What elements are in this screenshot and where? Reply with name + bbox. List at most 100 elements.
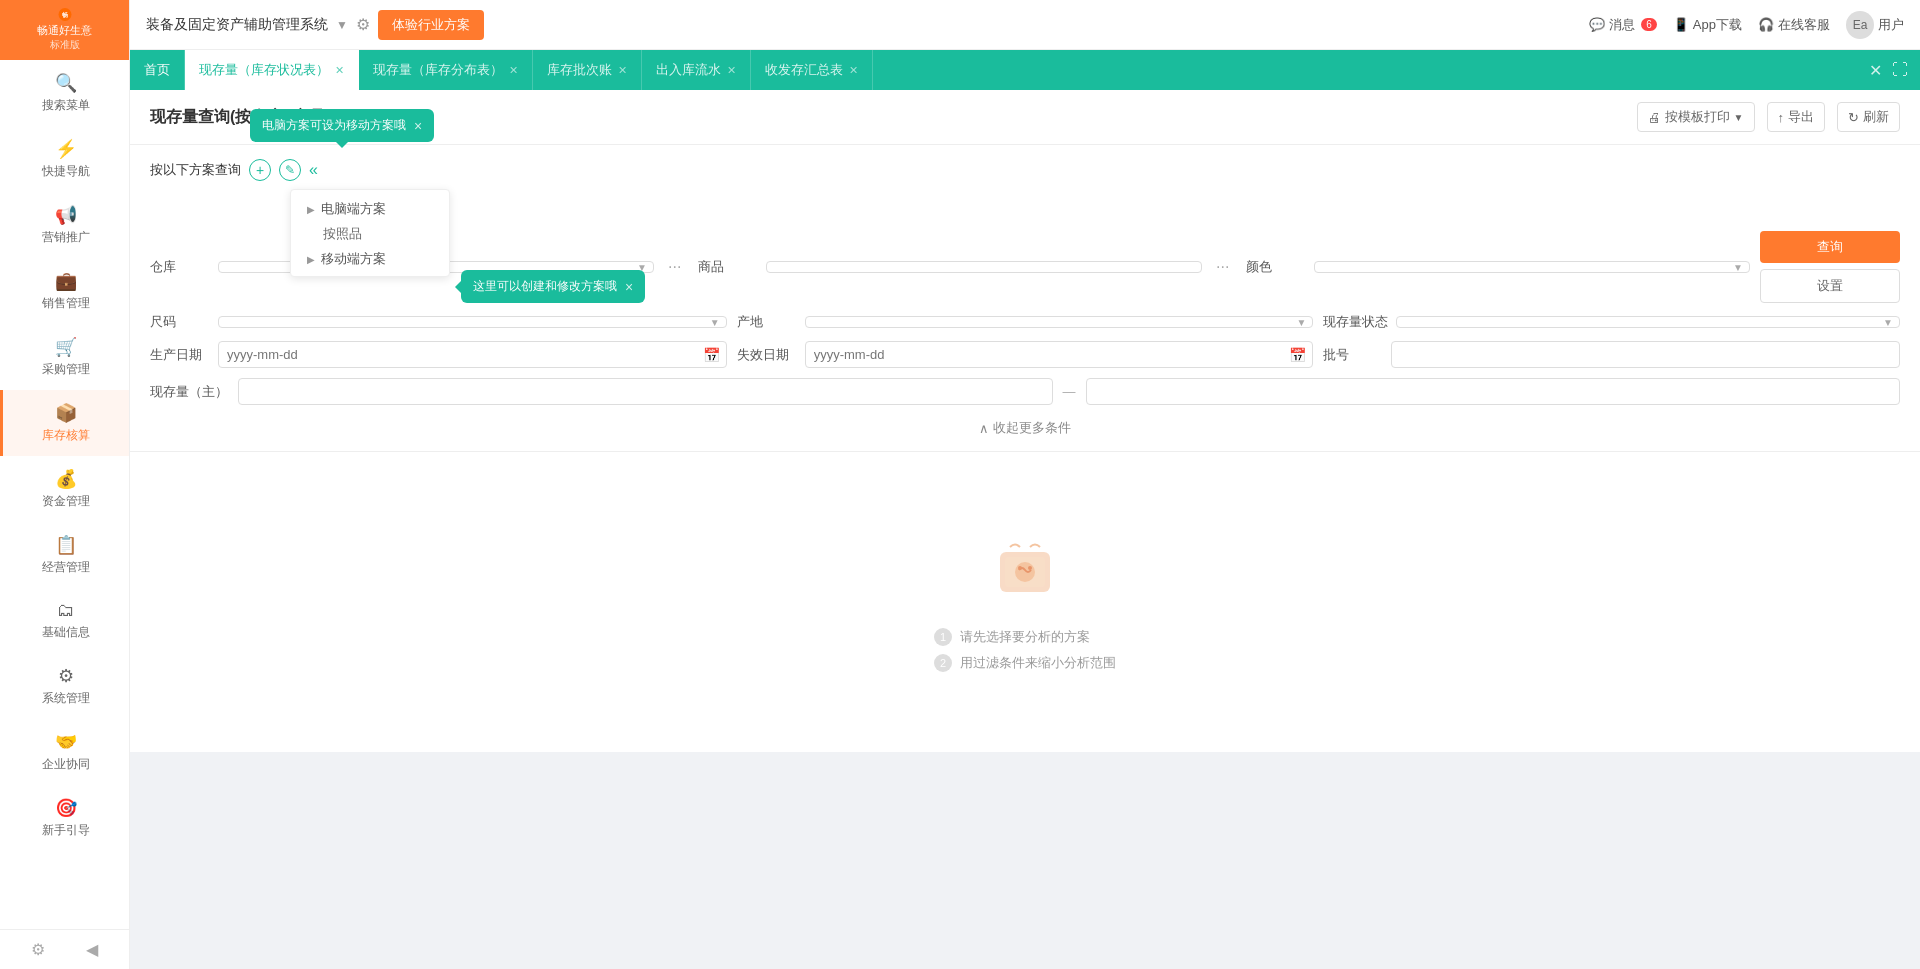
export-button[interactable]: ↑ 导出 <box>1767 102 1826 132</box>
origin-dropdown-icon: ▼ <box>1296 317 1306 328</box>
filter-goods-field: 商品 <box>698 258 1202 276</box>
logo-icon: 畅 <box>47 8 83 21</box>
system-dropdown-btn[interactable]: ▼ <box>336 18 348 32</box>
size-dropdown-icon: ▼ <box>710 317 720 328</box>
filter-arrow-button[interactable]: « <box>309 161 318 179</box>
goods-select[interactable] <box>766 261 1202 273</box>
stock-status-select[interactable]: ▼ <box>1396 316 1900 328</box>
sidebar-menu-item-basic[interactable]: 🗂 基础信息 <box>0 588 129 653</box>
sidebar-menu-item-sales[interactable]: 💼 销售管理 <box>0 258 129 324</box>
scheme-tree-mobile[interactable]: ▶ 移动端方案 <box>291 246 449 272</box>
step2-num: 2 <box>934 654 952 672</box>
refresh-button[interactable]: ↻ 刷新 <box>1837 102 1900 132</box>
online-support-item[interactable]: 🎧 在线客服 <box>1758 16 1830 34</box>
stock-main-from-input[interactable] <box>238 378 1053 405</box>
sidebar-logo: 畅 畅通好生意 标准版 <box>0 0 129 60</box>
tooltip2-close-btn[interactable]: × <box>625 279 633 295</box>
tab-close-receive-summary[interactable]: ✕ <box>849 64 858 77</box>
filter-color-field: 颜色 ▼ <box>1246 258 1750 276</box>
user-item[interactable]: Ea 用户 <box>1846 11 1904 39</box>
top-header: 装备及固定资产辅助管理系统 ▼ ⚙ 体验行业方案 💬 消息 6 📱 App下载 … <box>130 0 1920 50</box>
stock-main-to-input[interactable] <box>1086 378 1901 405</box>
filter-produce-date-field: 生产日期 📅 <box>150 341 727 368</box>
tab-close-in-out-flow[interactable]: ✕ <box>727 64 736 77</box>
sidebar-menu-item-search[interactable]: 🔍 搜索菜单 <box>0 60 129 126</box>
tab-in-out-flow[interactable]: 出入库流水 ✕ <box>642 50 751 90</box>
enterprise-icon: 🤝 <box>55 731 77 753</box>
filter-edit-button[interactable]: ✎ <box>279 159 301 181</box>
calendar-icon-2: 📅 <box>1289 347 1306 363</box>
sidebar-menu-item-purchase[interactable]: 🛒 采购管理 <box>0 324 129 390</box>
tab-close-inventory-status[interactable]: ✕ <box>335 64 344 77</box>
stock-status-dropdown-icon: ▼ <box>1883 317 1893 328</box>
filter-row-2: 尺码 ▼ 产地 ▼ 现存量状态 <box>150 313 1900 331</box>
sidebar-bottom: ⚙ ◀ <box>0 929 129 969</box>
tab-close-batch-ledger[interactable]: ✕ <box>618 64 627 77</box>
sidebar-menu-item-system[interactable]: ⚙ 系统管理 <box>0 653 129 719</box>
scheme-label-mobile: 移动端方案 <box>321 250 386 268</box>
tooltip-bubble-1: 电脑方案可设为移动方案哦 × <box>250 109 434 142</box>
chevron-down-icon: ▼ <box>1734 112 1744 123</box>
tab-close-inventory-distribution[interactable]: ✕ <box>509 64 518 77</box>
query-button[interactable]: 查询 <box>1760 231 1900 263</box>
scheme-tree: ▶ 电脑端方案 按照品 ▶ 移动端方案 <box>291 192 449 276</box>
expire-date-input[interactable]: 📅 <box>805 341 1314 368</box>
logo-sub: 标准版 <box>50 38 80 52</box>
basic-icon: 🗂 <box>57 600 75 621</box>
refresh-icon: ↻ <box>1848 110 1859 125</box>
warehouse-more-btn[interactable]: ··· <box>664 258 688 276</box>
filter-add-button[interactable]: + <box>249 159 271 181</box>
filter-area: 按以下方案查询 + ✎ « 电脑方案可设为移动方案哦 × ▶ 电脑端方案 <box>130 145 1920 452</box>
sidebar-menu-item-nav[interactable]: ⚡ 快捷导航 <box>0 126 129 192</box>
tab-close-all-btn[interactable]: ✕ <box>1865 57 1886 84</box>
header-settings-btn[interactable]: ⚙ <box>356 15 370 34</box>
color-select[interactable]: ▼ <box>1314 261 1750 273</box>
produce-date-input[interactable]: 📅 <box>218 341 727 368</box>
goods-more-btn[interactable]: ··· <box>1212 258 1236 276</box>
template-print-button[interactable]: 🖨 按模板打印 ▼ <box>1637 102 1755 132</box>
filter-batch-field: 批号 <box>1323 341 1900 368</box>
trial-button[interactable]: 体验行业方案 <box>378 10 484 40</box>
batch-label: 批号 <box>1323 346 1383 364</box>
system-name: 装备及固定资产辅助管理系统 <box>146 16 328 34</box>
tab-batch-ledger[interactable]: 库存批次账 ✕ <box>533 50 642 90</box>
operations-icon: 📋 <box>55 534 77 556</box>
sidebar-menu-item-finance[interactable]: 💰 资金管理 <box>0 456 129 522</box>
filter-actions-row: ∧ 收起更多条件 <box>150 419 1900 437</box>
expire-date-field[interactable] <box>814 347 1305 362</box>
collapse-bottom-btn[interactable]: ◀ <box>86 940 98 959</box>
inventory-icon: 📦 <box>55 402 77 424</box>
notification-item[interactable]: 💬 消息 6 <box>1589 16 1657 34</box>
main-area: 装备及固定资产辅助管理系统 ▼ ⚙ 体验行业方案 💬 消息 6 📱 App下载 … <box>130 0 1920 969</box>
origin-select[interactable]: ▼ <box>805 316 1314 328</box>
collapse-button[interactable]: ∧ 收起更多条件 <box>979 419 1071 437</box>
tab-receive-summary[interactable]: 收发存汇总表 ✕ <box>751 50 873 90</box>
sidebar-menu-item-marketing[interactable]: 📢 营销推广 <box>0 192 129 258</box>
warehouse-label: 仓库 <box>150 258 210 276</box>
tab-fullscreen-btn[interactable]: ⛶ <box>1888 57 1912 83</box>
scheme-tree-desktop[interactable]: ▶ 电脑端方案 <box>291 196 449 222</box>
empty-step-2: 2 用过滤条件来缩小分析范围 <box>934 654 1116 672</box>
app-download-item[interactable]: 📱 App下载 <box>1673 16 1742 34</box>
empty-step-1: 1 请先选择要分析的方案 <box>934 628 1116 646</box>
tooltip1-close-btn[interactable]: × <box>414 118 422 134</box>
color-dropdown-icon: ▼ <box>1733 262 1743 273</box>
sidebar-menu-item-guide[interactable]: 🎯 新手引导 <box>0 785 129 851</box>
sidebar-menu-item-inventory[interactable]: 📦 库存核算 <box>0 390 129 456</box>
size-label: 尺码 <box>150 313 210 331</box>
tab-inventory-distribution[interactable]: 现存量（库存分布表） ✕ <box>359 50 533 90</box>
filter-origin-field: 产地 ▼ <box>737 313 1314 331</box>
batch-input[interactable] <box>1391 341 1900 368</box>
tab-inventory-status[interactable]: 现存量（库存状况表） ✕ <box>185 50 359 90</box>
sidebar-menu-item-enterprise[interactable]: 🤝 企业协同 <box>0 719 129 785</box>
scheme-tree-panel: ▶ 电脑端方案 按照品 ▶ 移动端方案 这里可以创建和修改方案哦 × <box>290 189 450 277</box>
produce-date-field[interactable] <box>227 347 718 362</box>
tab-home[interactable]: 首页 <box>130 50 185 90</box>
settings-bottom-btn[interactable]: ⚙ <box>31 940 45 959</box>
filter-expire-date-field: 失效日期 📅 <box>737 341 1314 368</box>
reset-button[interactable]: 设置 <box>1760 269 1900 303</box>
color-label: 颜色 <box>1246 258 1306 276</box>
sidebar-menu-item-operations[interactable]: 📋 经营管理 <box>0 522 129 588</box>
size-select[interactable]: ▼ <box>218 316 727 328</box>
scheme-tree-sub-item-1[interactable]: 按照品 <box>291 222 449 246</box>
